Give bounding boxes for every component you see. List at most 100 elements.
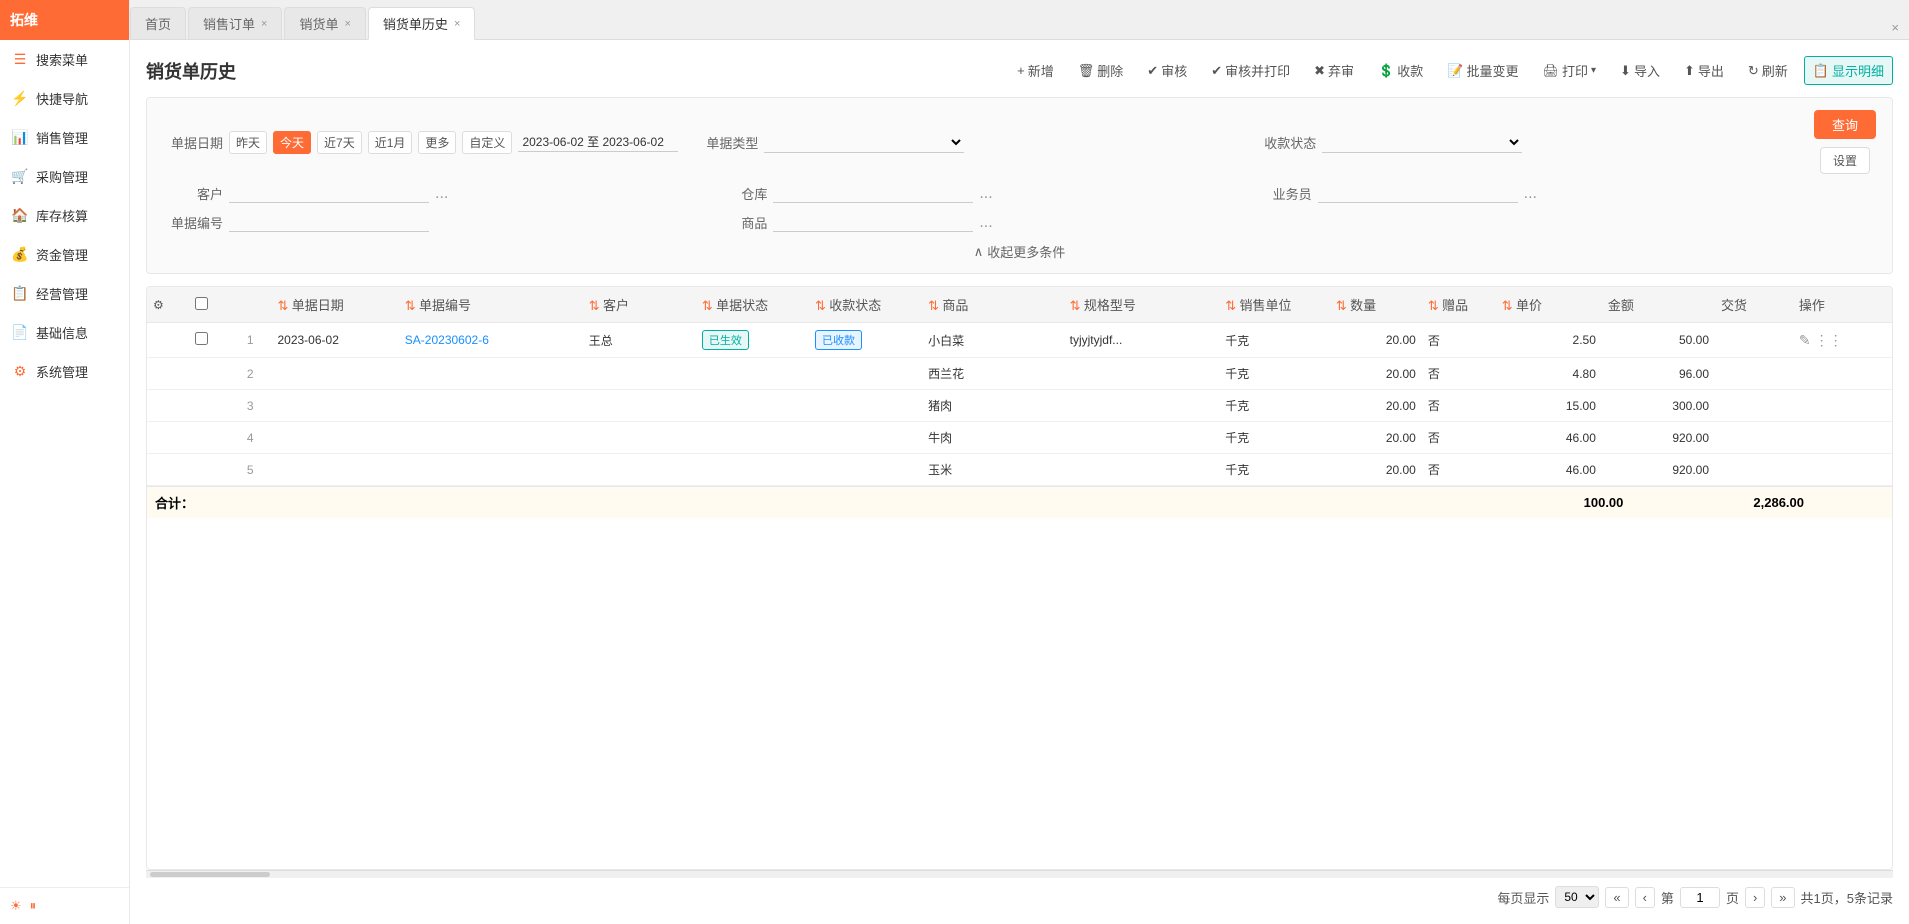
date-btn-custom[interactable]: 自定义: [462, 131, 512, 154]
settings-button[interactable]: 设置: [1820, 147, 1870, 174]
first-page-button[interactable]: «: [1605, 887, 1628, 908]
sidebar-item-search-menu[interactable]: ☰ 搜索菜单: [0, 40, 129, 79]
row-doc-status: [696, 454, 809, 486]
receive-button[interactable]: 💲 收款: [1370, 57, 1431, 84]
audit-button[interactable]: ✔ 审核: [1139, 57, 1195, 84]
row-doc-num[interactable]: [399, 358, 583, 390]
page-text: 第: [1661, 888, 1674, 907]
th-pay-status[interactable]: ⇅ 收款状态: [809, 287, 922, 323]
last-page-button[interactable]: »: [1771, 887, 1794, 908]
add-button[interactable]: + 新增: [1009, 57, 1062, 84]
goods-filter-field: 商品 ...: [707, 213, 1231, 232]
th-goods[interactable]: ⇅ 商品: [922, 287, 1063, 323]
refresh-button[interactable]: ↻ 刷新: [1740, 57, 1796, 84]
th-unit[interactable]: ⇅ 销售单位: [1219, 287, 1330, 323]
warehouse-dots-icon[interactable]: ...: [979, 185, 992, 203]
row-num: 2: [229, 358, 271, 390]
salesperson-input[interactable]: [1318, 184, 1518, 203]
row-num: 3: [229, 390, 271, 422]
row-doc-num[interactable]: [399, 390, 583, 422]
edit-icon[interactable]: ✎: [1799, 332, 1811, 348]
tab-sales-order-close[interactable]: ×: [261, 18, 267, 30]
prev-page-button[interactable]: ‹: [1635, 887, 1655, 908]
th-customer[interactable]: ⇅ 客户: [583, 287, 696, 323]
row-doc-status: [696, 358, 809, 390]
table-scrollbar[interactable]: [146, 870, 1893, 878]
row-checkbox[interactable]: [195, 332, 208, 345]
date-btn-yesterday[interactable]: 昨天: [229, 131, 267, 154]
row-doc-num[interactable]: [399, 454, 583, 486]
page-text2: 页: [1726, 888, 1739, 907]
sidebar-bottom-icon2[interactable]: ⏸: [30, 898, 37, 914]
sidebar-item-sales-mgmt[interactable]: 📊 销售管理: [0, 118, 129, 157]
show-detail-button[interactable]: 📋 显示明细: [1804, 56, 1893, 85]
sidebar-bottom-icon1[interactable]: ☀: [10, 898, 22, 914]
th-qty-sort: ⇅: [1336, 298, 1347, 313]
abandon-button[interactable]: ✖ 弃审: [1306, 57, 1362, 84]
tab-sales-goods-close[interactable]: ×: [344, 18, 350, 30]
date-btn-7days[interactable]: 近7天: [317, 131, 362, 154]
sidebar-item-biz-mgmt[interactable]: 📋 经营管理: [0, 274, 129, 313]
customer-dots-icon[interactable]: ...: [435, 185, 448, 203]
th-num[interactable]: ⇅ 单据编号: [399, 287, 583, 323]
th-amount[interactable]: 金额: [1602, 287, 1715, 323]
page-number-input[interactable]: [1680, 887, 1720, 908]
audit-print-button[interactable]: ✔ 审核并打印: [1203, 57, 1298, 84]
date-btn-1month[interactable]: 近1月: [368, 131, 413, 154]
toolbar: + 新增 🗑 删除 ✔ 审核 ✔ 审核并打印 ✖ 弃审: [1009, 56, 1893, 85]
check-all[interactable]: [195, 297, 208, 310]
scrollbar-thumb[interactable]: [150, 872, 270, 877]
collapse-button[interactable]: ∧ 收起更多条件: [974, 242, 1066, 261]
th-price[interactable]: ⇅ 单价: [1496, 287, 1602, 323]
delete-button[interactable]: 🗑 删除: [1070, 57, 1132, 84]
date-btn-more[interactable]: 更多: [418, 131, 456, 154]
filter-area: 单据日期 昨天 今天 近7天 近1月 更多 自定义 单据类型: [146, 97, 1893, 274]
th-date[interactable]: ⇅ 单据日期: [271, 287, 398, 323]
query-button[interactable]: 查询: [1814, 110, 1876, 139]
sidebar-item-finance-mgmt[interactable]: 💰 资金管理: [0, 235, 129, 274]
goods-dots-icon[interactable]: ...: [979, 214, 992, 232]
row-doc-num[interactable]: [399, 422, 583, 454]
import-button[interactable]: ⬇ 导入: [1612, 57, 1668, 84]
pay-status-select[interactable]: [1322, 132, 1522, 153]
goods-input[interactable]: [773, 213, 973, 232]
sidebar-item-inventory-calc[interactable]: 🏠 库存核算: [0, 196, 129, 235]
tab-sales-history-close[interactable]: ×: [454, 18, 460, 30]
main-area: 首页 销售订单 × 销货单 × 销货单历史 × × 销货单历史 + 新增: [130, 0, 1909, 924]
sidebar-item-basic-info[interactable]: 📄 基础信息: [0, 313, 129, 352]
th-txn[interactable]: 交货: [1715, 287, 1793, 323]
date-range-input[interactable]: [518, 133, 678, 152]
salesperson-label: 业务员: [1252, 184, 1312, 203]
sidebar-item-purchase-mgmt[interactable]: 🛒 采购管理: [0, 157, 129, 196]
batch-change-button[interactable]: 📝 批量变更: [1439, 57, 1526, 84]
th-gear[interactable]: ⚙: [147, 287, 189, 323]
tab-sales-history[interactable]: 销货单历史 ×: [368, 7, 475, 40]
th-spec[interactable]: ⇅ 规格型号: [1064, 287, 1220, 323]
doc-num-field: 单据编号: [163, 213, 687, 232]
sidebar-item-quick-nav[interactable]: ⚡ 快捷导航: [0, 79, 129, 118]
next-page-button[interactable]: ›: [1745, 887, 1765, 908]
date-btn-today[interactable]: 今天: [273, 131, 311, 154]
tab-close-all[interactable]: ×: [1881, 16, 1909, 39]
sidebar-item-sys-mgmt[interactable]: ⚙ 系统管理: [0, 352, 129, 391]
doc-type-select[interactable]: [764, 132, 964, 153]
th-qty[interactable]: ⇅ 数量: [1330, 287, 1422, 323]
doc-num-input[interactable]: [229, 213, 429, 232]
th-doc-status[interactable]: ⇅ 单据状态: [696, 287, 809, 323]
more-actions-icon[interactable]: ⋮⋮: [1815, 332, 1843, 348]
warehouse-input[interactable]: [773, 184, 973, 203]
th-gift[interactable]: ⇅ 赠品: [1422, 287, 1496, 323]
th-check[interactable]: [189, 287, 229, 323]
tab-home[interactable]: 首页: [130, 7, 186, 39]
customer-input[interactable]: [229, 184, 429, 203]
table-header-row: ⚙ ⇅ 单据日期 ⇅ 单据编号 ⇅ 客户: [147, 287, 1892, 323]
print-button[interactable]: 🖨 打印 ▾: [1534, 57, 1604, 84]
row-doc-num[interactable]: SA-20230602-6: [399, 323, 583, 358]
tab-sales-order[interactable]: 销售订单 ×: [188, 7, 282, 39]
tab-home-label: 首页: [145, 14, 171, 33]
salesperson-dots-icon[interactable]: ...: [1524, 185, 1537, 203]
tab-sales-goods[interactable]: 销货单 ×: [284, 7, 365, 39]
export-button[interactable]: ⬆ 导出: [1676, 57, 1732, 84]
pagination: 每页显示 50 « ‹ 第 页 › » 共1页，5条记录: [146, 878, 1893, 908]
per-page-select[interactable]: 50: [1555, 886, 1599, 908]
